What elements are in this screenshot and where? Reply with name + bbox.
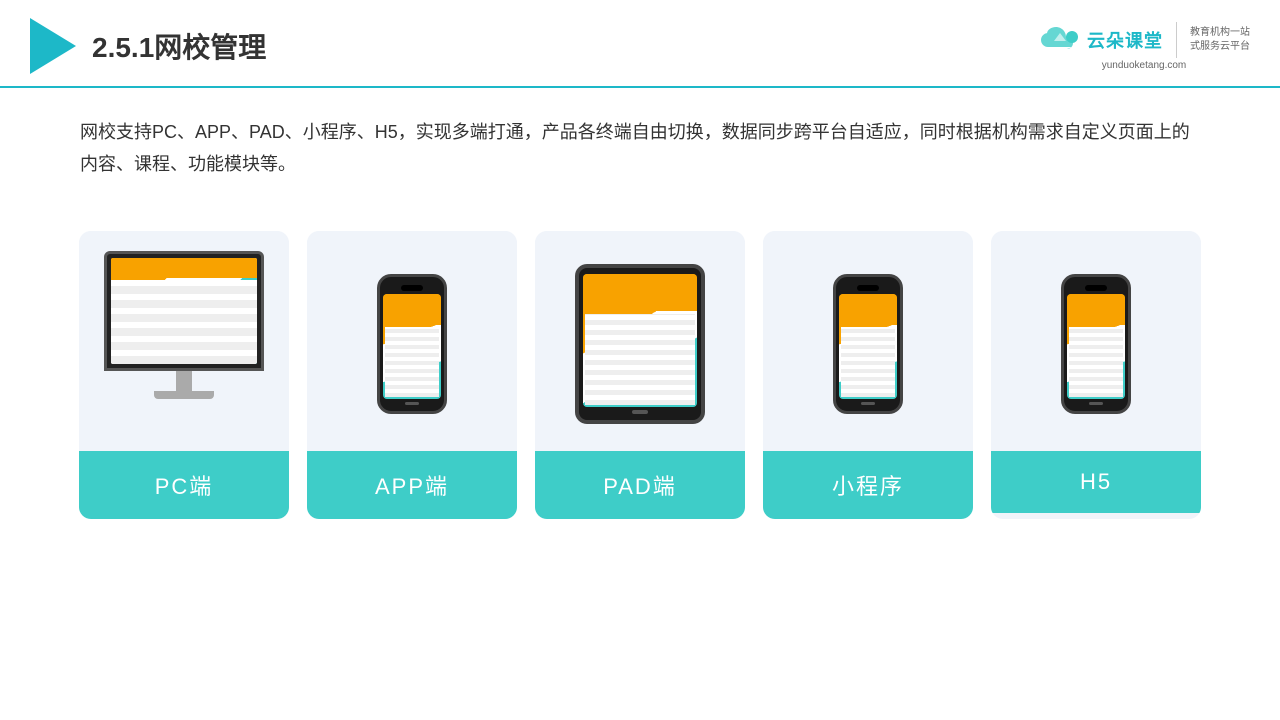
brand-slogan: 教育机构一站式服务云平台 — [1190, 26, 1250, 54]
brand-name: 云朵课堂 — [1087, 27, 1163, 53]
cloud-logo-icon — [1038, 25, 1082, 55]
card-miniapp-label: 小程序 — [763, 451, 973, 519]
header-left: 2.5.1网校管理 — [30, 18, 266, 74]
card-pad-label: PAD端 — [535, 451, 745, 519]
card-pad: PAD端 — [535, 231, 745, 519]
phone-miniapp-icon — [833, 274, 903, 414]
card-pc-image — [79, 231, 289, 451]
card-h5: H5 — [991, 231, 1201, 519]
pc-monitor-icon — [99, 251, 269, 436]
card-pc: PC端 — [79, 231, 289, 519]
brand-divider — [1176, 22, 1177, 58]
card-app-label: APP端 — [307, 451, 517, 519]
brand-slogan-area: 教育机构一站式服务云平台 — [1190, 26, 1250, 54]
page-title: 2.5.1网校管理 — [92, 26, 266, 66]
card-miniapp: 小程序 — [763, 231, 973, 519]
tablet-icon — [575, 264, 705, 424]
cards-container: PC端 APP端 PAD端 — [0, 201, 1280, 549]
header-right: 云朵课堂 教育机构一站式服务云平台 yunduoketang.com — [1038, 22, 1250, 71]
card-h5-image — [991, 231, 1201, 451]
card-miniapp-image — [763, 231, 973, 451]
card-h5-label: H5 — [991, 451, 1201, 513]
brand-domain: yunduoketang.com — [1102, 60, 1187, 71]
header: 2.5.1网校管理 云朵课堂 教育机构一站式服务云平台 yunduoketang… — [0, 0, 1280, 88]
card-app-image — [307, 231, 517, 451]
description-text: 网校支持PC、APP、PAD、小程序、H5，实现多端打通，产品各终端自由切换，数… — [0, 88, 1280, 191]
phone-app-icon — [377, 274, 447, 414]
logo-triangle-icon — [30, 18, 76, 74]
phone-h5-icon — [1061, 274, 1131, 414]
card-app: APP端 — [307, 231, 517, 519]
brand-container: 云朵课堂 教育机构一站式服务云平台 — [1038, 22, 1250, 58]
card-pad-image — [535, 231, 745, 451]
card-pc-label: PC端 — [79, 451, 289, 519]
